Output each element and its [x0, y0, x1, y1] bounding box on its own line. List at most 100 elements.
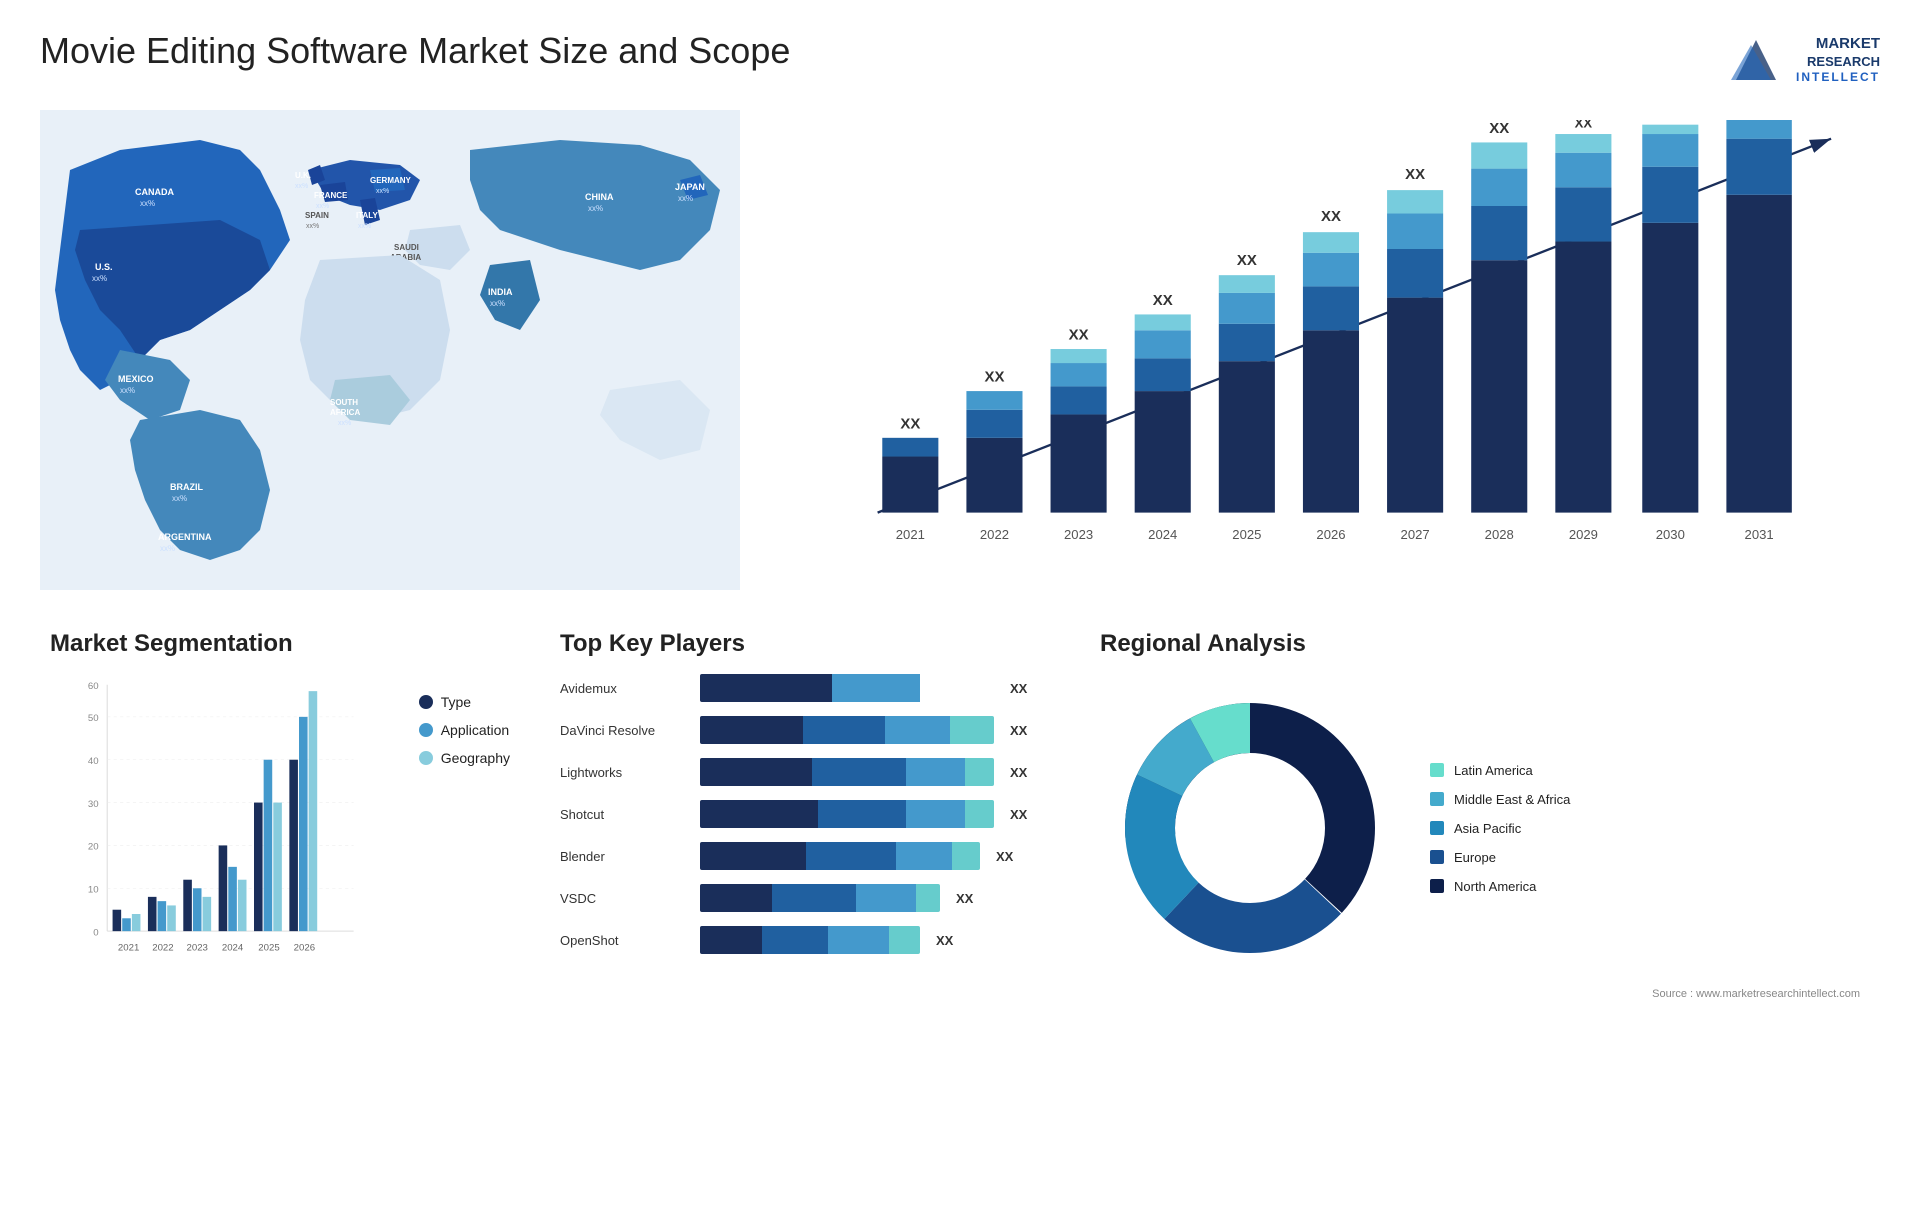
legend-dot-geography	[419, 751, 433, 765]
svg-text:xx%: xx%	[120, 386, 135, 395]
svg-text:2031: 2031	[1745, 527, 1774, 542]
svg-text:SOUTH: SOUTH	[330, 398, 358, 407]
player-row-blender: Blender XX	[560, 842, 1040, 870]
legend-label: Europe	[1454, 850, 1496, 865]
legend-color-north-america	[1430, 879, 1444, 893]
key-players: Top Key Players Avidemux XX DaVinci Reso…	[540, 620, 1060, 1200]
legend-color-asia-pacific	[1430, 821, 1444, 835]
svg-text:xx%: xx%	[316, 203, 329, 210]
svg-text:60: 60	[88, 681, 99, 692]
legend-color-latin-america	[1430, 763, 1444, 777]
svg-text:ARGENTINA: ARGENTINA	[158, 532, 212, 542]
legend-north-america: North America	[1430, 879, 1570, 894]
legend-label-geography: Geography	[441, 750, 510, 766]
svg-text:2022: 2022	[152, 942, 173, 953]
svg-text:2030: 2030	[1656, 527, 1685, 542]
svg-text:xx%: xx%	[160, 544, 175, 553]
key-players-title: Top Key Players	[560, 630, 1040, 658]
svg-text:xx%: xx%	[172, 494, 187, 503]
legend-label: Latin America	[1454, 763, 1533, 778]
svg-text:xx%: xx%	[140, 199, 155, 208]
player-bar	[700, 800, 994, 828]
legend-application: Application	[419, 722, 510, 738]
world-map-svg: CANADA xx% U.S. xx% MEXICO xx% BRAZIL xx…	[40, 110, 740, 590]
player-val: XX	[996, 849, 1026, 864]
player-name: Lightworks	[560, 765, 690, 780]
svg-text:xx%: xx%	[490, 299, 505, 308]
svg-text:XX: XX	[1237, 252, 1257, 269]
world-map-container: CANADA xx% U.S. xx% MEXICO xx% BRAZIL xx…	[40, 110, 740, 590]
svg-text:SAUDI: SAUDI	[394, 243, 419, 252]
svg-text:XX: XX	[1575, 120, 1593, 130]
svg-text:xx%: xx%	[678, 194, 693, 203]
player-val: XX	[1010, 723, 1040, 738]
svg-text:xx%: xx%	[376, 188, 389, 195]
legend-dot-type	[419, 695, 433, 709]
player-val: XX	[936, 933, 966, 948]
svg-text:2021: 2021	[118, 942, 139, 953]
player-val: XX	[1010, 765, 1040, 780]
regional-analysis: Regional Analysis Latin Americ	[1080, 620, 1880, 1200]
legend-mea: Middle East & Africa	[1430, 792, 1570, 807]
legend-label: North America	[1454, 879, 1536, 894]
svg-text:xx%: xx%	[295, 183, 308, 190]
svg-text:xx%: xx%	[306, 223, 319, 230]
svg-text:2027: 2027	[1401, 527, 1430, 542]
logo-icon	[1726, 30, 1786, 90]
player-bar	[700, 758, 994, 786]
donut-area: Latin America Middle East & Africa Asia …	[1100, 678, 1860, 978]
legend-geography: Geography	[419, 750, 510, 766]
logo: MARKET RESEARCH INTELLECT	[1726, 30, 1880, 90]
logo-text: MARKET RESEARCH INTELLECT	[1796, 34, 1880, 86]
svg-text:2023: 2023	[187, 942, 208, 953]
player-name: Blender	[560, 849, 690, 864]
svg-text:2025: 2025	[258, 942, 279, 953]
player-name: VSDC	[560, 891, 690, 906]
svg-text:2028: 2028	[1485, 527, 1514, 542]
svg-text:INDIA: INDIA	[488, 287, 513, 297]
svg-text:2026: 2026	[294, 942, 315, 953]
svg-text:ITALY: ITALY	[356, 211, 378, 220]
legend-color-mea	[1430, 792, 1444, 806]
player-row-davinci: DaVinci Resolve XX	[560, 716, 1040, 744]
svg-text:GERMANY: GERMANY	[370, 176, 412, 185]
legend-asia-pacific: Asia Pacific	[1430, 821, 1570, 836]
svg-text:2025: 2025	[1232, 527, 1261, 542]
top-section: CANADA xx% U.S. xx% MEXICO xx% BRAZIL xx…	[40, 110, 1880, 590]
svg-text:FRANCE: FRANCE	[314, 191, 348, 200]
bar-chart-svg: XX 2021 XX 2022 XX 2023 XX 2024	[830, 120, 1860, 550]
legend-latin-america: Latin America	[1430, 763, 1570, 778]
legend-europe: Europe	[1430, 850, 1570, 865]
svg-text:50: 50	[88, 713, 99, 724]
player-row-avidemux: Avidemux XX	[560, 674, 1040, 702]
svg-text:AFRICA: AFRICA	[330, 408, 360, 417]
legend-label-type: Type	[441, 694, 471, 710]
svg-text:2021: 2021	[896, 527, 925, 542]
svg-text:XX: XX	[1662, 120, 1680, 121]
player-val: XX	[1010, 681, 1040, 696]
legend-label: Middle East & Africa	[1454, 792, 1570, 807]
player-row-lightworks: Lightworks XX	[560, 758, 1040, 786]
svg-text:JAPAN: JAPAN	[675, 182, 705, 192]
source-text: Source : www.marketresearchintellect.com	[1100, 988, 1860, 1000]
segmentation-title: Market Segmentation	[50, 630, 510, 658]
market-segmentation: Market Segmentation 0 10 20 30	[40, 620, 520, 1200]
svg-text:XX: XX	[1069, 327, 1089, 344]
svg-text:MEXICO: MEXICO	[118, 374, 154, 384]
svg-text:XX: XX	[1489, 120, 1509, 137]
donut-chart-svg	[1100, 678, 1400, 978]
legend-type: Type	[419, 694, 510, 710]
svg-text:CANADA: CANADA	[135, 187, 174, 197]
svg-text:2022: 2022	[980, 527, 1009, 542]
player-bar	[700, 884, 940, 912]
player-row-openshot: OpenShot XX	[560, 926, 1040, 954]
player-bar	[700, 674, 994, 702]
svg-text:XX: XX	[900, 415, 920, 432]
svg-text:BRAZIL: BRAZIL	[170, 482, 203, 492]
svg-text:40: 40	[88, 756, 99, 767]
svg-text:2024: 2024	[1148, 527, 1177, 542]
svg-text:xx%: xx%	[338, 420, 351, 427]
player-row-shotcut: Shotcut XX	[560, 800, 1040, 828]
legend-color-europe	[1430, 850, 1444, 864]
segmentation-chart-svg: 0 10 20 30 40 50 60 2021	[50, 674, 379, 974]
